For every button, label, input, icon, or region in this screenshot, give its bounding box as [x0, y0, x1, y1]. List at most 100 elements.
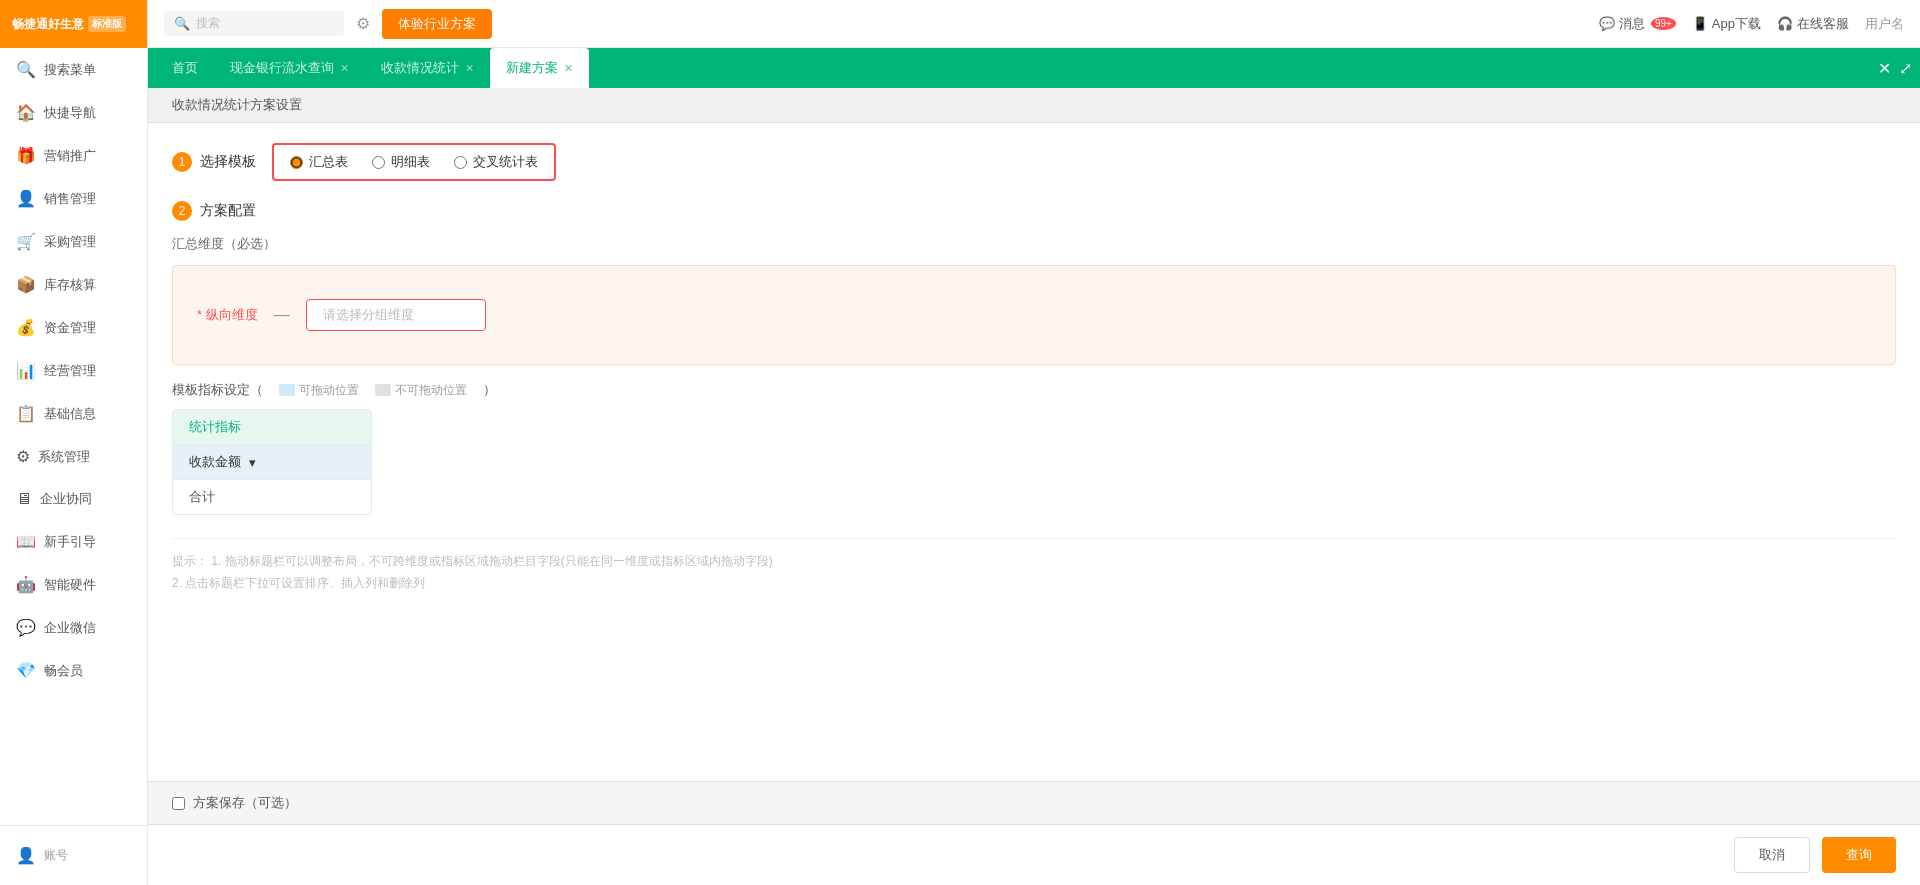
dimension-title: 汇总维度（必选）: [172, 235, 1896, 253]
dimension-area: * 纵向维度 — 请选择分组维度: [172, 265, 1896, 365]
sidebar-icon-wechat: 💬: [16, 618, 36, 637]
step1-section: 1 选择模板 汇总表 明细表 交: [172, 143, 1896, 181]
sidebar-icon-basic-info: 📋: [16, 404, 36, 423]
sidebar-icon-system: ⚙: [16, 447, 30, 466]
legend-movable-label: 可拖动位置: [299, 382, 359, 399]
radio-cross-label: 交叉统计表: [473, 153, 538, 171]
tab-new-plan[interactable]: 新建方案✕: [490, 48, 589, 88]
sidebar-avatar-label: 账号: [44, 847, 68, 864]
tab-home[interactable]: 首页: [156, 48, 214, 88]
sidebar-item-inventory[interactable]: 📦 库存核算: [0, 263, 147, 306]
sidebar-bottom: 👤 账号: [0, 825, 147, 885]
sidebar-item-sales[interactable]: 👤 销售管理: [0, 177, 147, 220]
topbar-right: 💬 消息 99+ 📱 App下载 🎧 在线客服 用户名: [1599, 15, 1904, 33]
indicator-legend: 可拖动位置 不可拖动位置: [279, 382, 467, 399]
sidebar-item-purchase[interactable]: 🛒 采购管理: [0, 220, 147, 263]
sidebar-item-finance[interactable]: 💰 资金管理: [0, 306, 147, 349]
sidebar-icon-search-menu: 🔍: [16, 60, 36, 79]
tip2-text: 2. 点击标题栏下拉可设置排序、插入列和删除列: [172, 573, 1896, 595]
radio-summary-label: 汇总表: [309, 153, 348, 171]
indicator-close-paren: ）: [483, 381, 496, 399]
sidebar-item-member[interactable]: 💎 畅会员: [0, 649, 147, 692]
sidebar-item-avatar[interactable]: 👤 账号: [0, 834, 147, 877]
sidebar-item-wechat[interactable]: 💬 企业微信: [0, 606, 147, 649]
indicator-table-header: 统计指标: [173, 410, 371, 445]
message-label: 消息: [1619, 15, 1645, 33]
step1-number: 1: [172, 152, 192, 172]
sidebar-item-hardware[interactable]: 🤖 智能硬件: [0, 563, 147, 606]
step1-header: 1 选择模板 汇总表 明细表 交: [172, 143, 1896, 181]
dimension-select[interactable]: 请选择分组维度: [306, 299, 486, 331]
sidebar-label-inventory: 库存核算: [44, 276, 96, 294]
tab-collection-stat[interactable]: 收款情况统计✕: [365, 48, 490, 88]
service-icon: 🎧: [1777, 16, 1793, 31]
topbar-left: 🔍 搜索 ⚙ 体验行业方案: [164, 9, 492, 39]
sidebar-label-finance: 资金管理: [44, 319, 96, 337]
service-area[interactable]: 🎧 在线客服: [1777, 15, 1849, 33]
sidebar-label-wechat: 企业微信: [44, 619, 96, 637]
indicator-header: 模板指标设定（ 可拖动位置 不可拖动位置: [172, 381, 1896, 399]
query-button[interactable]: 查询: [1822, 837, 1896, 873]
sidebar-icon-quick-nav: 🏠: [16, 103, 36, 122]
service-label: 在线客服: [1797, 15, 1849, 33]
radio-detail-input[interactable]: [372, 156, 385, 169]
step2-number: 2: [172, 201, 192, 221]
avatar-icon: 👤: [16, 846, 36, 865]
trial-button[interactable]: 体验行业方案: [382, 9, 492, 39]
save-checkbox[interactable]: [172, 797, 185, 810]
config-section: 汇总维度（必选） * 纵向维度 — 请选择分组维度: [172, 235, 1896, 594]
expand-window-icon[interactable]: ⤢: [1899, 59, 1912, 78]
sidebar-item-marketing[interactable]: 🎁 营销推广: [0, 134, 147, 177]
main-area: 🔍 搜索 ⚙ 体验行业方案 💬 消息 99+ 📱 App下载 🎧 在线客服 用户…: [148, 0, 1920, 885]
sidebar-item-cooperation[interactable]: 🖥 企业协同: [0, 478, 147, 520]
sidebar-icon-cooperation: 🖥: [16, 490, 32, 508]
sidebar-label-system: 系统管理: [38, 448, 90, 466]
sidebar-label-hardware: 智能硬件: [44, 576, 96, 594]
radio-cross-input[interactable]: [454, 156, 467, 169]
download-area[interactable]: 📱 App下载: [1692, 15, 1761, 33]
sidebar-label-member: 畅会员: [44, 662, 83, 680]
tab-bar: 首页现金银行流水查询✕收款情况统计✕新建方案✕ ✕ ⤢: [148, 48, 1920, 88]
tab-label-bank-flow: 现金银行流水查询: [230, 59, 334, 77]
search-bar[interactable]: 🔍 搜索: [164, 11, 344, 36]
sidebar-icon-sales: 👤: [16, 189, 36, 208]
page-breadcrumb: 收款情况统计方案设置: [148, 88, 1920, 123]
sidebar-item-guide[interactable]: 📖 新手引导: [0, 520, 147, 563]
sidebar-label-cooperation: 企业协同: [40, 490, 92, 508]
indicator-table-footer: 合计: [173, 479, 371, 514]
indicator-dropdown-icon[interactable]: ▾: [249, 455, 256, 470]
user-name[interactable]: 用户名: [1865, 15, 1904, 33]
content-area: 收款情况统计方案设置 1 选择模板 汇总表 明细表: [148, 88, 1920, 885]
message-area[interactable]: 💬 消息 99+: [1599, 15, 1676, 33]
sidebar-label-search-menu: 搜索菜单: [44, 61, 96, 79]
step1-label: 选择模板: [200, 153, 256, 171]
sidebar-icon-inventory: 📦: [16, 275, 36, 294]
sidebar-icon-hardware: 🤖: [16, 575, 36, 594]
tab-bank-flow[interactable]: 现金银行流水查询 ✕: [214, 48, 365, 88]
gear-icon[interactable]: ⚙: [356, 14, 370, 33]
sidebar-icon-member: 💎: [16, 661, 36, 680]
legend-fixed-box: [375, 384, 391, 396]
tab-close-new-plan[interactable]: ✕: [564, 62, 573, 75]
radio-cross[interactable]: 交叉统计表: [454, 153, 538, 171]
sidebar-label-sales: 销售管理: [44, 190, 96, 208]
tab-close-bank-flow[interactable]: ✕: [340, 62, 349, 75]
close-window-icon[interactable]: ✕: [1878, 59, 1891, 78]
cancel-button[interactable]: 取消: [1734, 837, 1810, 873]
sidebar-icon-operations: 📊: [16, 361, 36, 380]
radio-summary-input[interactable]: [290, 156, 303, 169]
dimension-placeholder: 请选择分组维度: [323, 307, 414, 322]
radio-summary[interactable]: 汇总表: [290, 153, 348, 171]
indicator-table-row[interactable]: 收款金额 ▾: [173, 445, 371, 479]
sidebar-item-system[interactable]: ⚙ 系统管理: [0, 435, 147, 478]
sidebar-item-search-menu[interactable]: 🔍 搜索菜单: [0, 48, 147, 91]
action-buttons: 取消 查询: [148, 824, 1920, 885]
sidebar-item-quick-nav[interactable]: 🏠 快捷导航: [0, 91, 147, 134]
search-icon: 🔍: [174, 16, 190, 31]
tab-close-collection-stat[interactable]: ✕: [465, 62, 474, 75]
radio-detail[interactable]: 明细表: [372, 153, 430, 171]
sidebar-item-basic-info[interactable]: 📋 基础信息: [0, 392, 147, 435]
sidebar-item-operations[interactable]: 📊 经营管理: [0, 349, 147, 392]
page-footer: 方案保存（可选）: [148, 781, 1920, 824]
page-body: 1 选择模板 汇总表 明细表 交: [148, 123, 1920, 781]
